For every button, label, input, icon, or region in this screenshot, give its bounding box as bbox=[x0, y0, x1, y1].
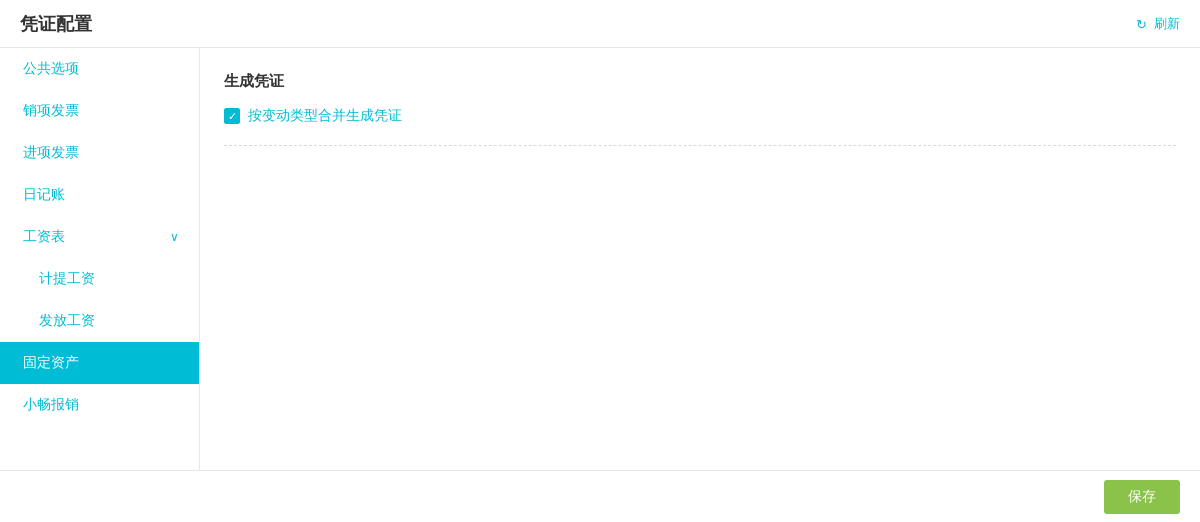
checkbox-row: 按变动类型合并生成凭证 bbox=[224, 107, 1176, 125]
sidebar-item-public-options[interactable]: 公共选项 bbox=[0, 48, 199, 90]
page-footer: 保存 bbox=[0, 470, 1200, 522]
sidebar-item-distribute-payroll[interactable]: 发放工资 bbox=[0, 300, 199, 342]
section-divider bbox=[224, 145, 1176, 146]
chevron-down-icon: ∨ bbox=[170, 230, 179, 244]
main-layout: 公共选项 销项发票 进项发票 日记账 工资表 ∨ 计提工资 发放工资 固定资 bbox=[0, 48, 1200, 470]
sidebar-item-label: 固定资产 bbox=[23, 354, 79, 372]
save-button[interactable]: 保存 bbox=[1104, 480, 1180, 514]
section-title: 生成凭证 bbox=[224, 72, 1176, 91]
sidebar-item-label: 小畅报销 bbox=[23, 396, 79, 414]
merge-checkbox[interactable] bbox=[224, 108, 240, 124]
refresh-label: 刷新 bbox=[1154, 15, 1180, 33]
sidebar-item-label: 日记账 bbox=[23, 186, 65, 204]
sidebar-item-label: 公共选项 bbox=[23, 60, 79, 78]
sidebar-item-sales-invoice[interactable]: 销项发票 bbox=[0, 90, 199, 132]
sidebar-item-commission-payroll[interactable]: 计提工资 bbox=[0, 258, 199, 300]
sidebar-item-journal[interactable]: 日记账 bbox=[0, 174, 199, 216]
page-title: 凭证配置 bbox=[20, 12, 92, 36]
sidebar-item-label: 计提工资 bbox=[39, 270, 95, 288]
sidebar-item-label: 销项发票 bbox=[23, 102, 79, 120]
sidebar-item-label: 发放工资 bbox=[39, 312, 95, 330]
sidebar-item-purchase-invoice[interactable]: 进项发票 bbox=[0, 132, 199, 174]
sidebar-item-fixed-assets[interactable]: 固定资产 bbox=[0, 342, 199, 384]
sidebar: 公共选项 销项发票 进项发票 日记账 工资表 ∨ 计提工资 发放工资 固定资 bbox=[0, 48, 200, 470]
sidebar-item-expense-reimbursement[interactable]: 小畅报销 bbox=[0, 384, 199, 426]
sidebar-item-label: 工资表 bbox=[23, 228, 65, 246]
sidebar-item-payroll-table[interactable]: 工资表 ∨ bbox=[0, 216, 199, 258]
refresh-icon: ↻ bbox=[1136, 17, 1150, 31]
sidebar-item-label: 进项发票 bbox=[23, 144, 79, 162]
merge-checkbox-label[interactable]: 按变动类型合并生成凭证 bbox=[248, 107, 402, 125]
page-header: 凭证配置 ↻ 刷新 bbox=[0, 0, 1200, 48]
refresh-button[interactable]: ↻ 刷新 bbox=[1136, 15, 1180, 33]
page-wrapper: 凭证配置 ↻ 刷新 公共选项 销项发票 进项发票 日记账 工资表 ∨ bbox=[0, 0, 1200, 522]
content-area: 生成凭证 按变动类型合并生成凭证 bbox=[200, 48, 1200, 470]
